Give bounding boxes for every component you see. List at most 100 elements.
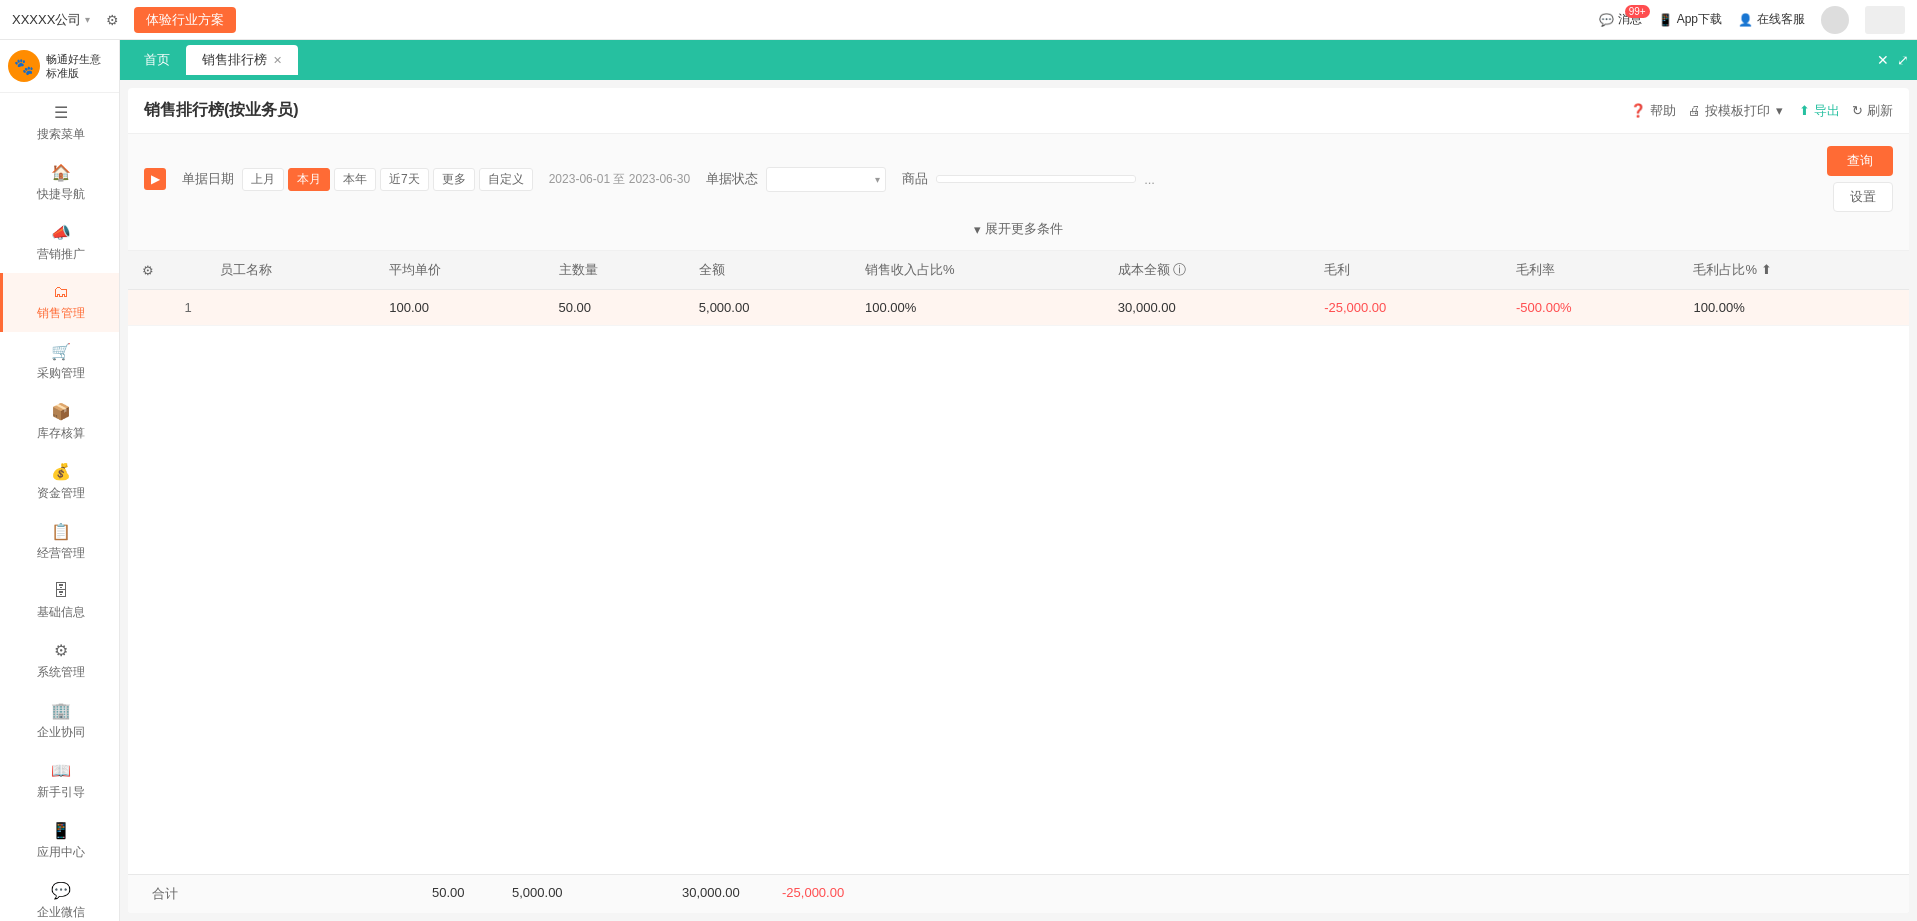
print-template-button[interactable]: 🖨 按模板打印 — [1688, 102, 1770, 120]
column-settings-icon[interactable]: ⚙ — [142, 263, 154, 278]
system-icon: ⚙ — [54, 641, 68, 660]
page-actions: ❓ 帮助 🖨 按模板打印 ▾ ⬆ 导出 — [1630, 102, 1893, 120]
th-main-qty: 主数量 — [547, 251, 687, 290]
td-gross: -25,000.00 — [1312, 290, 1504, 326]
status-select[interactable] — [766, 167, 886, 192]
goods-filter-group: 商品 ... — [902, 170, 1155, 188]
th-sales-pct: 销售收入占比% — [853, 251, 1106, 290]
sidebar-item-quick-nav[interactable]: 🏠 快捷导航 — [0, 153, 119, 213]
company-name: XXXXX公司 — [12, 11, 81, 29]
close-window-button[interactable]: ✕ — [1877, 52, 1889, 68]
tab-sales-rank[interactable]: 销售排行榜 ✕ — [186, 45, 298, 75]
goods-input-area[interactable] — [936, 175, 1136, 183]
top-right-area: 💬 消息 99+ 📱 App下载 👤 在线客服 — [1599, 6, 1905, 34]
sales-icon: 🗂 — [53, 283, 69, 301]
maximize-window-button[interactable]: ⤢ — [1897, 52, 1909, 68]
td-gross-rate: -500.00% — [1504, 290, 1681, 326]
sidebar-item-system[interactable]: ⚙ 系统管理 — [0, 631, 119, 691]
sidebar-item-guide[interactable]: 📖 新手引导 — [0, 751, 119, 811]
chevron-down-icon: ▾ — [85, 14, 90, 25]
marketing-icon: 📣 — [51, 223, 71, 242]
settings-btn[interactable]: 设置 — [1833, 182, 1893, 212]
online-service-button[interactable]: 👤 在线客服 — [1738, 11, 1805, 28]
goods-filter-label: 商品 — [902, 170, 928, 188]
basic-info-icon: 🗄 — [53, 582, 69, 600]
user-name-area[interactable] — [1865, 6, 1905, 34]
sidebar-item-apps[interactable]: 📱 应用中心 — [0, 811, 119, 871]
sidebar-item-wechat[interactable]: 💬 企业微信 — [0, 871, 119, 921]
date-filter-group: 单据日期 上月 本月 本年 近7天 更多 自定义 — [182, 168, 533, 191]
expand-more-button[interactable]: ▾ 展开更多条件 — [974, 220, 1063, 238]
footer-empty1 — [220, 885, 420, 903]
cur-year-btn[interactable]: 本年 — [334, 168, 376, 191]
message-icon: 💬 — [1599, 13, 1614, 27]
refresh-icon: ↻ — [1852, 103, 1863, 118]
more-date-btn[interactable]: 更多 — [433, 168, 475, 191]
action-buttons-area: 查询 设置 — [1827, 146, 1893, 212]
home-icon: 🏠 — [51, 163, 71, 182]
export-icon: ⬆ — [1799, 103, 1810, 118]
window-buttons: ✕ ⤢ — [1877, 52, 1909, 68]
print-icon: 🖨 — [1688, 103, 1701, 118]
sidebar-item-basic-info[interactable]: 🗄 基础信息 — [0, 572, 119, 631]
sidebar-logo: 🐾 畅通好生意 标准版 — [0, 40, 119, 93]
more-filter-btn[interactable]: ... — [1144, 172, 1155, 187]
purchase-icon: 🛒 — [51, 342, 71, 361]
sidebar-item-sales[interactable]: 🗂 销售管理 — [0, 273, 119, 332]
logo-text: 畅通好生意 标准版 — [46, 52, 101, 81]
footer-cost-amount: 30,000.00 — [670, 885, 770, 903]
td-cost-amount: 30,000.00 — [1106, 290, 1312, 326]
company-selector[interactable]: XXXXX公司 ▾ — [12, 11, 90, 29]
help-icon: ❓ — [1630, 103, 1646, 118]
search-order-icon: ☰ — [54, 103, 68, 122]
refresh-button[interactable]: ↻ 刷新 — [1852, 102, 1893, 120]
expand-row: ▾ 展开更多条件 — [144, 220, 1893, 238]
footer-label-cell: 合计 — [140, 885, 220, 903]
export-button[interactable]: ⬆ 导出 — [1799, 102, 1840, 120]
sidebar-item-purchase[interactable]: 🛒 采购管理 — [0, 332, 119, 392]
avatar[interactable] — [1821, 6, 1849, 34]
enterprise-icon: 🏢 — [51, 701, 71, 720]
query-button[interactable]: 查询 — [1827, 146, 1893, 176]
sales-rank-table: ⚙ 员工名称 平均单价 主数量 — [128, 251, 1909, 326]
content-area: 首页 销售排行榜 ✕ ✕ ⤢ 销售排行榜(按业务员) ❓ 帮助 — [120, 40, 1917, 921]
sidebar-item-marketing[interactable]: 📣 营销推广 — [0, 213, 119, 273]
td-employee-name — [208, 290, 377, 326]
tab-home[interactable]: 首页 — [128, 45, 186, 75]
sidebar-item-finance[interactable]: 💰 资金管理 — [0, 452, 119, 512]
sidebar-item-operations[interactable]: 📋 经营管理 — [0, 512, 119, 572]
th-amount: 全额 — [687, 251, 853, 290]
td-checkbox — [128, 290, 168, 326]
th-employee-name: 员工名称 — [208, 251, 377, 290]
table-area: ⚙ 员工名称 平均单价 主数量 — [128, 251, 1909, 874]
custom-date-btn[interactable]: 自定义 — [479, 168, 533, 191]
footer-gross: -25,000.00 — [770, 885, 856, 903]
help-button[interactable]: ❓ 帮助 — [1630, 102, 1676, 120]
table-row: 1 100.00 50.00 — [128, 290, 1909, 326]
top-header: XXXXX公司 ▾ ⚙ 体验行业方案 💬 消息 99+ 📱 App下载 👤 在线… — [0, 0, 1917, 40]
sidebar: 🐾 畅通好生意 标准版 ☰ 搜索菜单 🏠 快捷导航 📣 营销推广 🗂 销售管理 … — [0, 40, 120, 921]
message-button[interactable]: 💬 消息 99+ — [1599, 11, 1642, 28]
footer-amount: 5,000.00 — [500, 885, 590, 903]
page-title: 销售排行榜(按业务员) — [144, 100, 299, 121]
prev-month-btn[interactable]: 上月 — [242, 168, 284, 191]
date-range-text: 2023-06-01 至 2023-06-30 — [549, 171, 690, 188]
sidebar-item-search-order[interactable]: ☰ 搜索菜单 — [0, 93, 119, 153]
th-gross-rate: 毛利率 — [1504, 251, 1681, 290]
service-icon: 👤 — [1738, 13, 1753, 27]
filter-toggle-button[interactable]: ▶ — [144, 168, 166, 190]
footer-main-qty: 50.00 — [420, 885, 500, 903]
app-download-button[interactable]: 📱 App下载 — [1658, 11, 1722, 28]
sidebar-item-inventory[interactable]: 📦 库存核算 — [0, 392, 119, 452]
tab-close-icon[interactable]: ✕ — [273, 54, 282, 67]
last7-btn[interactable]: 近7天 — [380, 168, 429, 191]
industry-button[interactable]: 体验行业方案 — [134, 7, 236, 33]
th-settings[interactable]: ⚙ — [128, 251, 168, 290]
apps-icon: 📱 — [51, 821, 71, 840]
sidebar-item-enterprise[interactable]: 🏢 企业协同 — [0, 691, 119, 751]
settings-button[interactable]: ⚙ — [98, 6, 126, 34]
print-dropdown-button[interactable]: ▾ — [1772, 103, 1787, 118]
status-filter-label: 单据状态 — [706, 170, 758, 188]
th-gross: 毛利 — [1312, 251, 1504, 290]
cur-month-btn[interactable]: 本月 — [288, 168, 330, 191]
